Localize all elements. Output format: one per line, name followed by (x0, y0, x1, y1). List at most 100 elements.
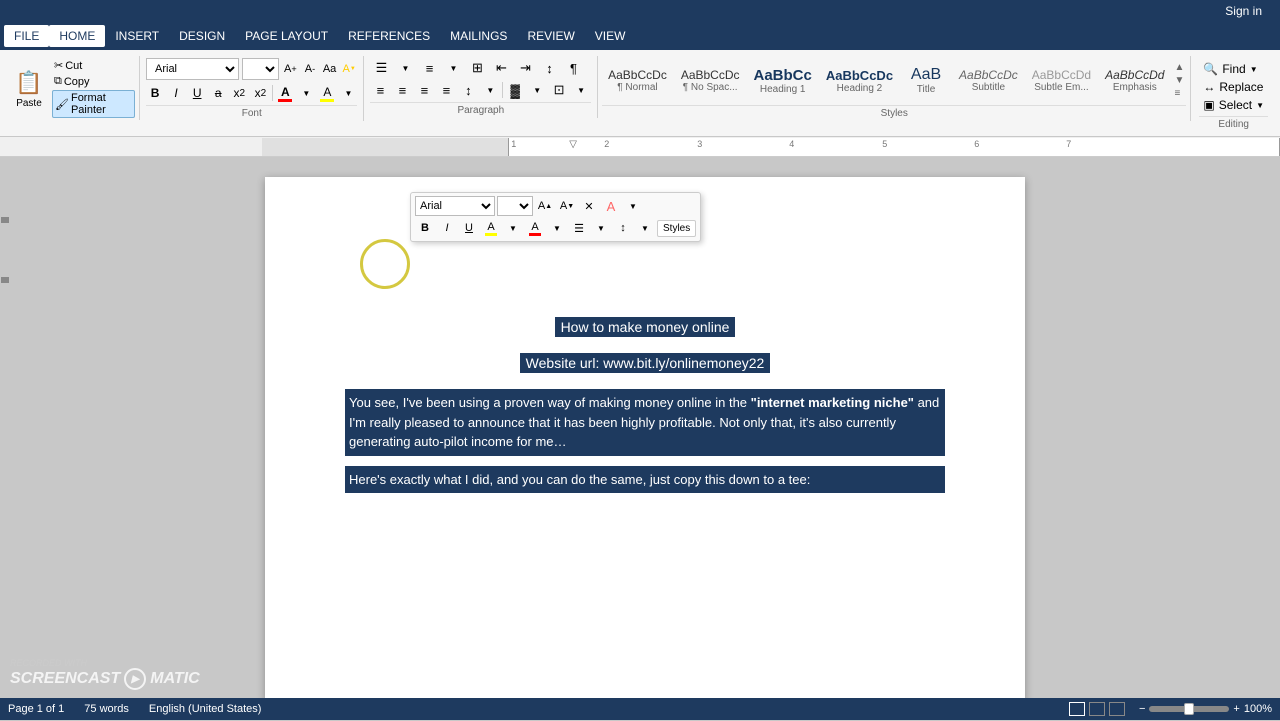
sign-in-link[interactable]: Sign in (1225, 4, 1262, 18)
justify-button[interactable]: ≡ (436, 80, 456, 100)
menu-mailings[interactable]: MAILINGS (440, 25, 517, 47)
shading-dropdown[interactable]: ▼ (527, 80, 547, 100)
align-left-button[interactable]: ≡ (370, 80, 390, 100)
style-subtitle[interactable]: AaBbCcDc Subtitle (953, 65, 1024, 96)
style-title[interactable]: AaB Title (901, 63, 951, 98)
styles-scroll[interactable]: ▲ ▼ ≡ (1172, 58, 1186, 103)
mini-line-spacing-dropdown[interactable]: ▼ (635, 218, 655, 238)
font-divider (272, 85, 273, 101)
align-right-button[interactable]: ≡ (414, 80, 434, 100)
numbered-list-button[interactable]: ≡ (418, 58, 440, 78)
underline-button[interactable]: U (188, 83, 206, 103)
zoom-in-icon[interactable]: + (1233, 703, 1239, 715)
mini-text-color[interactable]: A (601, 196, 621, 216)
increase-indent-button[interactable]: ⇥ (514, 58, 536, 78)
align-center-button[interactable]: ≡ (392, 80, 412, 100)
sort-button[interactable]: ↕ (538, 58, 560, 78)
paste-button[interactable]: 📋 Paste (8, 64, 50, 113)
mini-line-spacing-button[interactable]: ↕ (613, 218, 633, 238)
decrease-font-button[interactable]: A- (302, 60, 319, 78)
line-spacing-dropdown[interactable]: ▼ (480, 80, 500, 100)
zoom-slider[interactable] (1149, 706, 1229, 712)
document-title: How to make money online (555, 317, 736, 337)
mini-clear-format[interactable]: ✕ (579, 196, 599, 216)
mini-italic-button[interactable]: I (437, 218, 457, 238)
border-button[interactable]: ⊡ (549, 80, 569, 100)
text-highlight-button[interactable]: A (318, 83, 336, 103)
bullet-list-button[interactable]: ☰ (370, 58, 392, 78)
document[interactable]: Arial A▲ A▼ ✕ A ▼ B I U (265, 177, 1025, 701)
select-button[interactable]: ▣ Select ▼ (1199, 96, 1268, 114)
style-normal[interactable]: AaBbCcDc ¶ Normal (602, 65, 673, 96)
style-nospace[interactable]: AaBbCcDc ¶ No Spac... (675, 65, 746, 96)
style-subtle-emphasis[interactable]: AaBbCcDd Subtle Em... (1026, 65, 1097, 96)
mini-decrease-font[interactable]: A▼ (557, 196, 577, 216)
menu-references[interactable]: REFERENCES (338, 25, 440, 47)
print-layout-button[interactable] (1069, 702, 1085, 716)
zoom-control: − + 100% (1139, 703, 1272, 715)
mini-bullets-button[interactable]: ☰ (569, 218, 589, 238)
shading-button[interactable]: ▓ (505, 80, 525, 100)
increase-font-button[interactable]: A+ (282, 60, 299, 78)
copy-button[interactable]: ⧉ Copy (52, 74, 135, 89)
menu-insert[interactable]: INSERT (105, 25, 169, 47)
style-heading2[interactable]: AaBbCcDc Heading 2 (820, 65, 899, 97)
numbered-dropdown[interactable]: ▼ (442, 58, 464, 78)
text-color-button[interactable]: A (276, 83, 294, 103)
select-label: Select (1219, 98, 1252, 112)
style-heading1[interactable]: AaBbCc Heading 1 (748, 64, 818, 98)
mini-font-color-button[interactable]: A (525, 218, 545, 238)
line-spacing-button[interactable]: ↕ (458, 80, 478, 100)
menu-page-layout[interactable]: PAGE LAYOUT (235, 25, 338, 47)
italic-button[interactable]: I (167, 83, 185, 103)
highlight-dropdown[interactable]: ▼ (339, 83, 357, 103)
font-color-dropdown[interactable]: ▼ (297, 83, 315, 103)
bullet-dropdown[interactable]: ▼ (394, 58, 416, 78)
show-hide-button[interactable]: ¶ (562, 58, 584, 78)
find-button[interactable]: 🔍 Find ▼ (1199, 60, 1268, 78)
multi-level-button[interactable]: ⊞ (466, 58, 488, 78)
mini-styles-button[interactable]: Styles (657, 220, 696, 237)
zoom-out-icon[interactable]: − (1139, 703, 1145, 715)
font-family-select[interactable]: Arial (146, 58, 239, 80)
mini-bullets-dropdown[interactable]: ▼ (591, 218, 611, 238)
highlight-button[interactable]: A▼ (341, 60, 358, 78)
mini-size-select[interactable] (497, 196, 533, 216)
menu-review[interactable]: REVIEW (517, 25, 584, 47)
zoom-slider-thumb[interactable] (1184, 703, 1194, 715)
bold-button[interactable]: B (146, 83, 164, 103)
mini-highlight-button[interactable]: A (481, 218, 501, 238)
web-layout-button[interactable] (1109, 702, 1125, 716)
format-painter-button[interactable]: 🖌 Format Painter (52, 90, 135, 118)
cut-button[interactable]: ✂ Cut (52, 58, 135, 73)
strikethrough-button[interactable]: a (209, 83, 227, 103)
watermark-brand: SCREENCAST (10, 670, 120, 688)
mini-increase-font[interactable]: A▲ (535, 196, 555, 216)
mini-bold-button[interactable]: B (415, 218, 435, 238)
full-screen-button[interactable] (1089, 702, 1105, 716)
menu-file[interactable]: FILE (4, 25, 49, 47)
style-emphasis[interactable]: AaBbCcDd Emphasis (1099, 65, 1170, 96)
mini-highlight-dropdown[interactable]: ▼ (503, 218, 523, 238)
mini-font-color-dropdown[interactable]: ▼ (547, 218, 567, 238)
mini-font-select[interactable]: Arial (415, 196, 495, 216)
border-dropdown[interactable]: ▼ (571, 80, 591, 100)
font-size-select[interactable]: 89101112 (242, 58, 279, 80)
superscript-button[interactable]: x2 (251, 83, 269, 103)
decrease-indent-button[interactable]: ⇤ (490, 58, 512, 78)
bottom-bar: Page 1 of 1 75 words English (United Sta… (0, 698, 1280, 720)
menu-home[interactable]: HOME (49, 25, 105, 47)
menu-view[interactable]: VIEW (585, 25, 636, 47)
clipboard-group: 📋 Paste ✂ Cut ⧉ Copy 🖌 Format Painter (4, 56, 140, 120)
replace-button[interactable]: ↔ Replace (1199, 78, 1268, 96)
style-nospace-preview: AaBbCcDc (681, 68, 740, 82)
mini-color-dropdown[interactable]: ▼ (623, 196, 643, 216)
style-normal-preview: AaBbCcDc (608, 68, 667, 82)
change-case-button[interactable]: Aa (321, 60, 338, 78)
mini-toolbar: Arial A▲ A▼ ✕ A ▼ B I U (410, 192, 701, 242)
subscript-button[interactable]: x2 (230, 83, 248, 103)
ruler-indent-marker[interactable]: ▽ (569, 139, 577, 150)
menu-design[interactable]: DESIGN (169, 25, 235, 47)
watermark-recorded: RECORDED WITH (10, 658, 200, 668)
mini-underline-button[interactable]: U (459, 218, 479, 238)
